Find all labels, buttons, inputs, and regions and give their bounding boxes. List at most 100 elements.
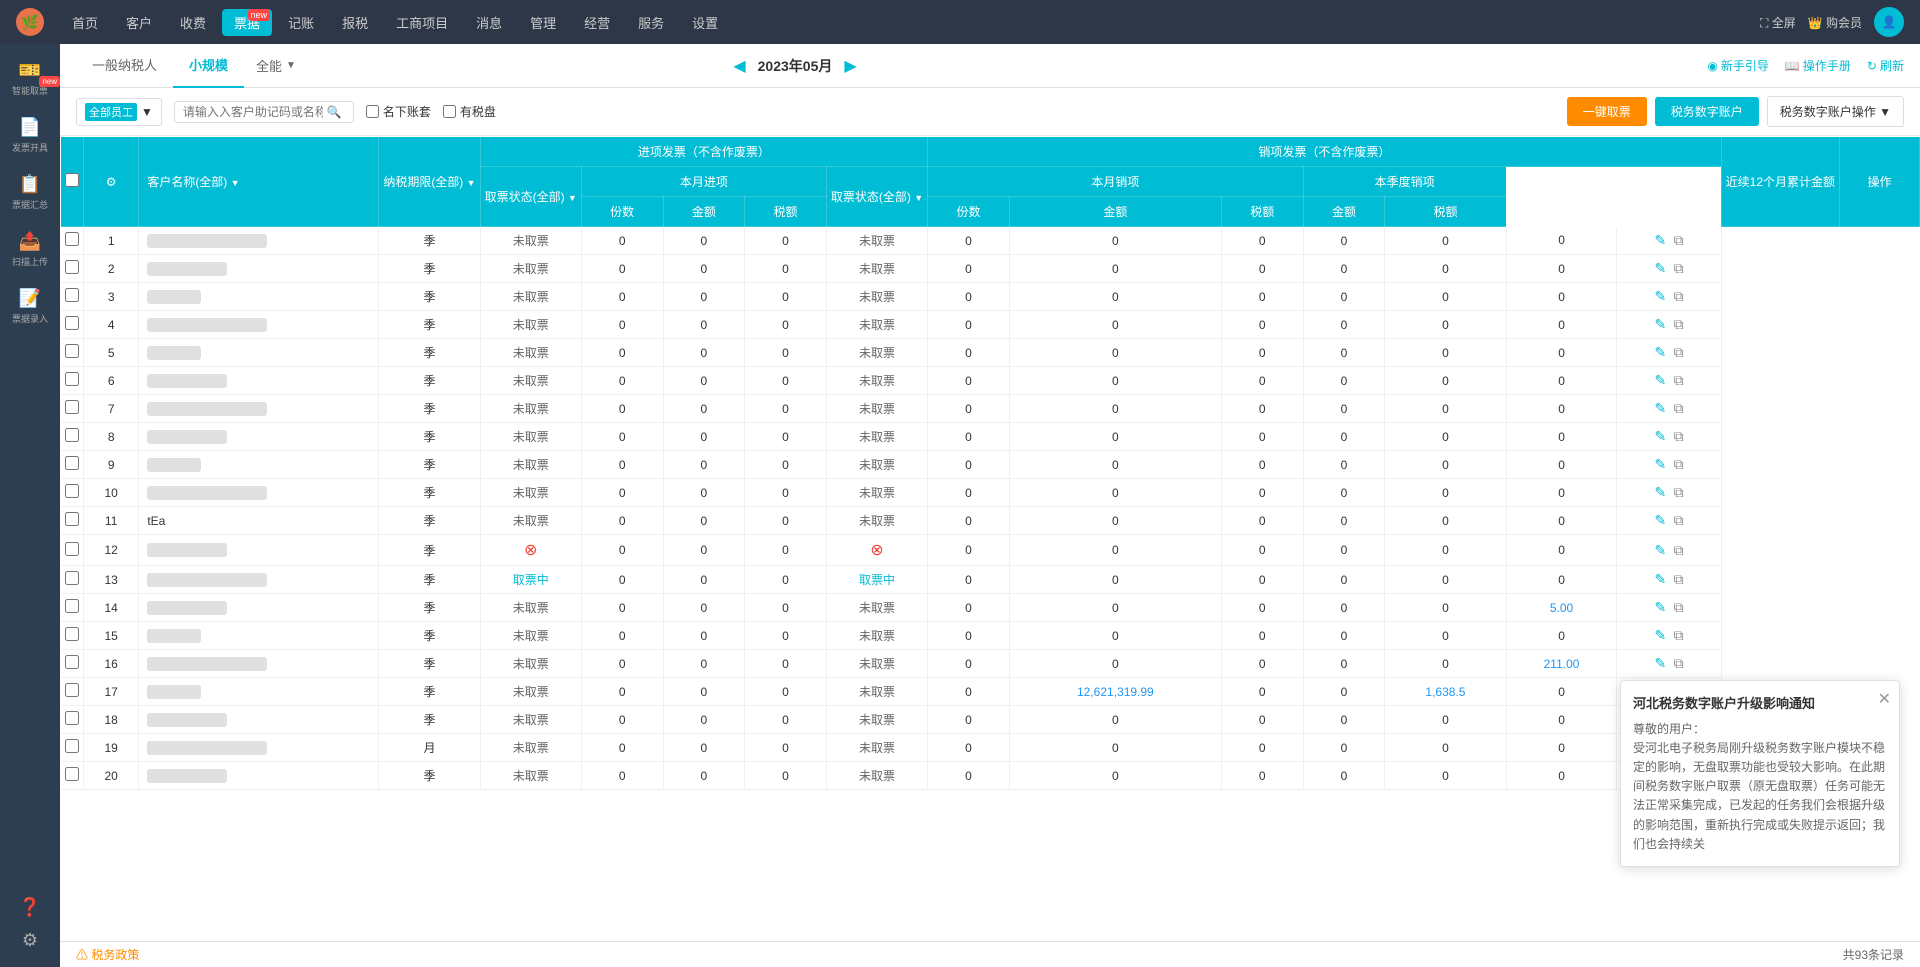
edit-icon[interactable]: ✎ bbox=[1655, 232, 1667, 248]
nav-operation[interactable]: 经营 bbox=[572, 9, 622, 36]
row-checkbox[interactable] bbox=[65, 316, 79, 330]
th-in-fetch-status[interactable]: 取票状态(全部) ▼ bbox=[480, 167, 581, 227]
edit-icon[interactable]: ✎ bbox=[1655, 571, 1667, 587]
tax-disk-checkbox[interactable] bbox=[443, 105, 456, 118]
edit-icon[interactable]: ✎ bbox=[1655, 288, 1667, 304]
new-guide-btn[interactable]: ◉ 新手引导 bbox=[1707, 57, 1769, 74]
row-checkbox[interactable] bbox=[65, 655, 79, 669]
copy-icon[interactable]: ⧉ bbox=[1674, 599, 1684, 615]
th-tax-period[interactable]: 纳税期限(全部) ▼ bbox=[379, 137, 480, 227]
row-checkbox[interactable] bbox=[65, 627, 79, 641]
copy-icon[interactable]: ⧉ bbox=[1674, 288, 1684, 304]
copy-icon[interactable]: ⧉ bbox=[1674, 372, 1684, 388]
th-settings[interactable]: ⚙ bbox=[84, 137, 139, 227]
edit-icon[interactable]: ✎ bbox=[1655, 316, 1667, 332]
edit-icon[interactable]: ✎ bbox=[1655, 542, 1667, 558]
member-btn[interactable]: 👑 购会员 bbox=[1808, 14, 1862, 31]
digital-account-btn[interactable]: 税务数字账户 bbox=[1655, 97, 1759, 126]
copy-icon[interactable]: ⧉ bbox=[1674, 316, 1684, 332]
prev-month-btn[interactable]: ◀ bbox=[733, 56, 745, 76]
sidebar-item-smart-ticket[interactable]: 🎫 智能取票 new bbox=[0, 52, 60, 105]
th-customer-name[interactable]: 客户名称(全部) ▼ bbox=[139, 137, 379, 227]
row-checkbox[interactable] bbox=[65, 232, 79, 246]
employee-select[interactable]: 全部员工 ▼ bbox=[76, 98, 162, 126]
digital-account-ops-btn[interactable]: 税务数字账户操作 ▼ bbox=[1767, 96, 1904, 127]
one-click-fetch-btn[interactable]: 一键取票 bbox=[1567, 97, 1647, 126]
nav-service[interactable]: 服务 bbox=[626, 9, 676, 36]
edit-icon[interactable]: ✎ bbox=[1655, 655, 1667, 671]
row-checkbox[interactable] bbox=[65, 571, 79, 585]
row-checkbox[interactable] bbox=[65, 512, 79, 526]
th-out-fetch-status[interactable]: 取票状态(全部) ▼ bbox=[826, 167, 927, 227]
sidebar-item-scan[interactable]: 📤 扫描上传 bbox=[0, 223, 60, 276]
row-checkbox[interactable] bbox=[65, 456, 79, 470]
row-checkbox[interactable] bbox=[65, 711, 79, 725]
edit-icon[interactable]: ✎ bbox=[1655, 372, 1667, 388]
edit-icon[interactable]: ✎ bbox=[1655, 512, 1667, 528]
sidebar-item-issue[interactable]: 📄 发票开具 bbox=[0, 109, 60, 162]
copy-icon[interactable]: ⧉ bbox=[1674, 542, 1684, 558]
sidebar-help-icon[interactable]: ❓ bbox=[19, 897, 41, 918]
copy-icon[interactable]: ⧉ bbox=[1674, 260, 1684, 276]
edit-icon[interactable]: ✎ bbox=[1655, 428, 1667, 444]
nav-invoice[interactable]: 票据 new bbox=[222, 9, 272, 36]
edit-icon[interactable]: ✎ bbox=[1655, 627, 1667, 643]
nav-tax[interactable]: 报税 bbox=[330, 9, 380, 36]
copy-icon[interactable]: ⧉ bbox=[1674, 344, 1684, 360]
copy-icon[interactable]: ⧉ bbox=[1674, 428, 1684, 444]
search-input[interactable] bbox=[183, 105, 323, 119]
account-set-checkbox[interactable] bbox=[366, 105, 379, 118]
nav-business[interactable]: 工商项目 bbox=[384, 9, 460, 36]
user-avatar[interactable]: 👤 bbox=[1874, 7, 1904, 37]
checkbox-tax-disk[interactable]: 有税盘 bbox=[443, 103, 496, 120]
nav-customer[interactable]: 客户 bbox=[114, 9, 164, 36]
row-checkbox[interactable] bbox=[65, 484, 79, 498]
tab-general-taxpayer[interactable]: 一般纳税人 bbox=[76, 44, 173, 88]
popup-close-btn[interactable]: ✕ bbox=[1878, 689, 1891, 709]
refresh-btn[interactable]: ↻ 刷新 bbox=[1867, 57, 1904, 74]
row-checkbox[interactable] bbox=[65, 344, 79, 358]
nav-billing[interactable]: 收费 bbox=[168, 9, 218, 36]
sidebar-item-summary[interactable]: 📋 票据汇总 bbox=[0, 166, 60, 219]
tax-policy-link[interactable]: ⚠ 税务政策 bbox=[76, 946, 139, 963]
row-checkbox[interactable] bbox=[65, 683, 79, 697]
row-checkbox[interactable] bbox=[65, 428, 79, 442]
nav-accounting[interactable]: 记账 bbox=[276, 9, 326, 36]
row-checkbox[interactable] bbox=[65, 288, 79, 302]
edit-icon[interactable]: ✎ bbox=[1655, 400, 1667, 416]
edit-icon[interactable]: ✎ bbox=[1655, 599, 1667, 615]
edit-icon[interactable]: ✎ bbox=[1655, 344, 1667, 360]
sidebar-item-label: 智能取票 new bbox=[12, 84, 48, 97]
row-checkbox[interactable] bbox=[65, 739, 79, 753]
nav-home[interactable]: 首页 bbox=[60, 9, 110, 36]
copy-icon[interactable]: ⧉ bbox=[1674, 456, 1684, 472]
row-checkbox[interactable] bbox=[65, 542, 79, 556]
row-checkbox[interactable] bbox=[65, 400, 79, 414]
copy-icon[interactable]: ⧉ bbox=[1674, 512, 1684, 528]
edit-icon[interactable]: ✎ bbox=[1655, 456, 1667, 472]
copy-icon[interactable]: ⧉ bbox=[1674, 484, 1684, 500]
nav-message[interactable]: 消息 bbox=[464, 9, 514, 36]
nav-settings[interactable]: 设置 bbox=[680, 9, 730, 36]
copy-icon[interactable]: ⧉ bbox=[1674, 655, 1684, 671]
select-all-checkbox[interactable] bbox=[65, 173, 79, 187]
copy-icon[interactable]: ⧉ bbox=[1674, 571, 1684, 587]
tab-all-ability[interactable]: 全能 ▼ bbox=[244, 56, 308, 75]
copy-icon[interactable]: ⧉ bbox=[1674, 400, 1684, 416]
sidebar-item-record[interactable]: 📝 票据录入 bbox=[0, 280, 60, 333]
row-checkbox[interactable] bbox=[65, 599, 79, 613]
next-month-btn[interactable]: ▶ bbox=[844, 56, 856, 76]
edit-icon[interactable]: ✎ bbox=[1655, 484, 1667, 500]
row-checkbox[interactable] bbox=[65, 260, 79, 274]
sidebar-settings-icon[interactable]: ⚙ bbox=[22, 930, 38, 951]
edit-icon[interactable]: ✎ bbox=[1655, 260, 1667, 276]
row-checkbox[interactable] bbox=[65, 372, 79, 386]
checkbox-account-set[interactable]: 名下账套 bbox=[366, 103, 431, 120]
copy-icon[interactable]: ⧉ bbox=[1674, 232, 1684, 248]
fullscreen-btn[interactable]: ⛶ 全屏 bbox=[1760, 14, 1796, 31]
copy-icon[interactable]: ⧉ bbox=[1674, 627, 1684, 643]
nav-manage[interactable]: 管理 bbox=[518, 9, 568, 36]
row-checkbox[interactable] bbox=[65, 767, 79, 781]
tab-small-scale[interactable]: 小规模 bbox=[173, 44, 244, 88]
manual-btn[interactable]: 📖 操作手册 bbox=[1785, 57, 1851, 74]
